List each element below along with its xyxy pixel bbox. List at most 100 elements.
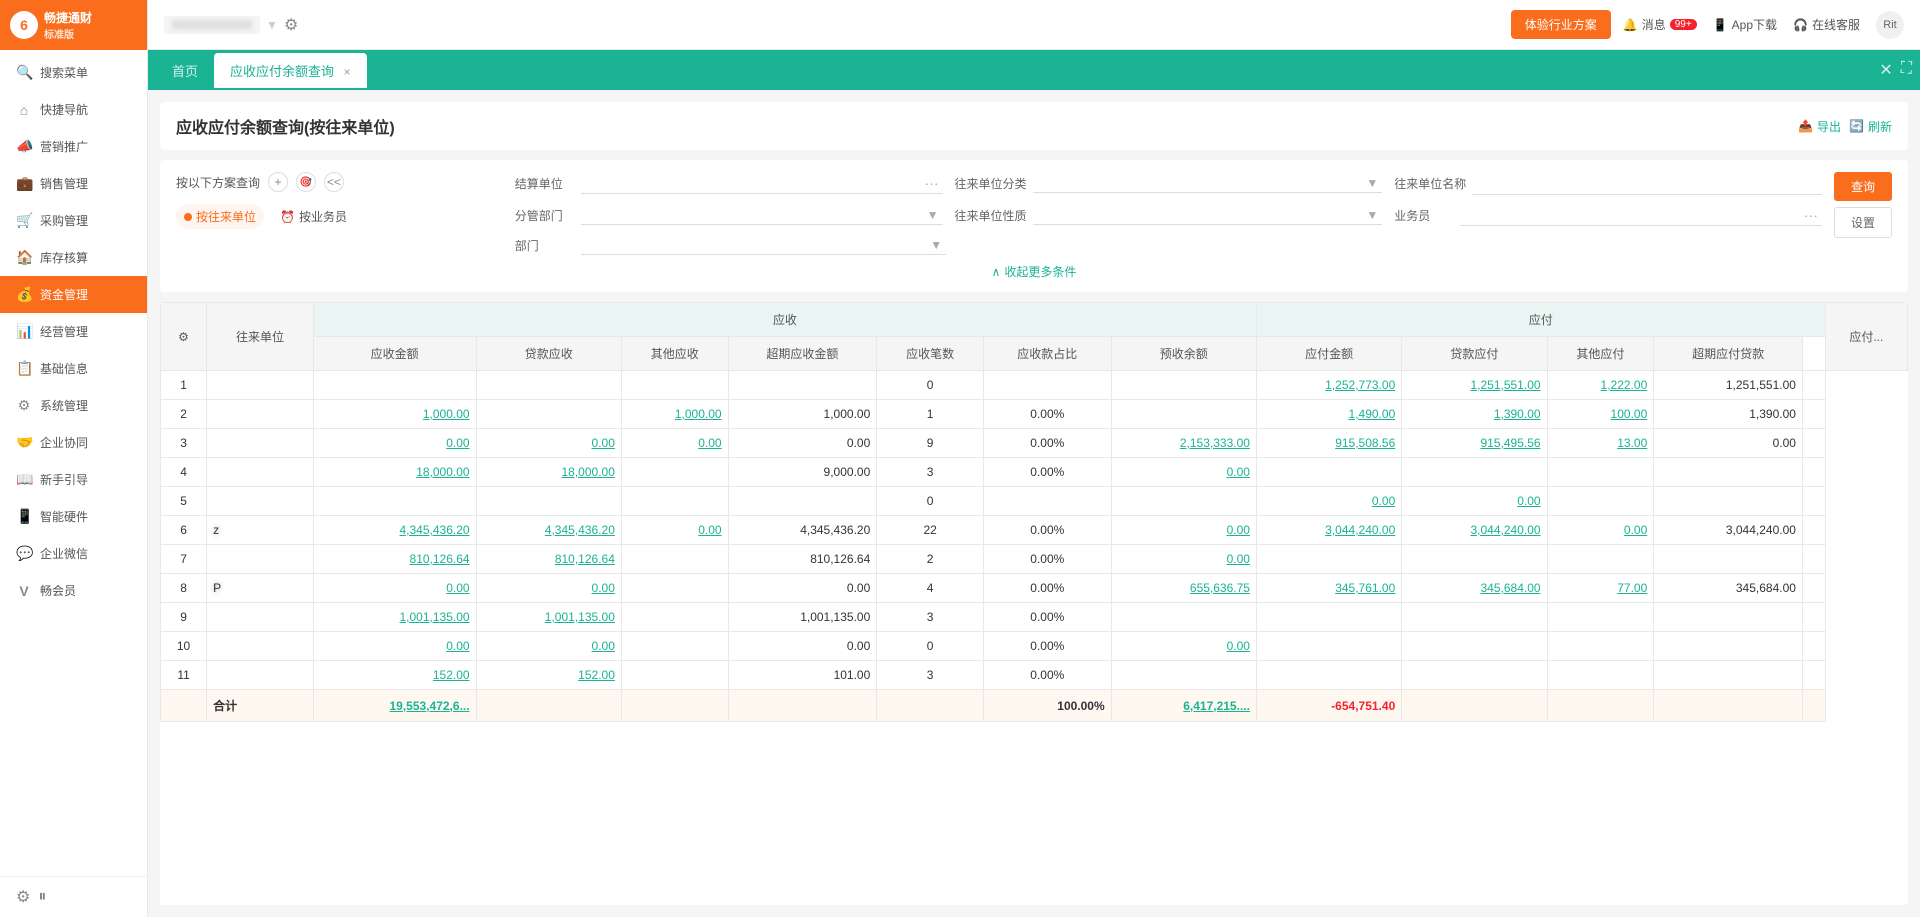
partner-type-label: 往来单位分类	[955, 175, 1027, 192]
filter-target-button[interactable]: 🎯	[296, 172, 316, 192]
tab-bar-right: ✕ ⛶	[1879, 60, 1912, 80]
app-download-item[interactable]: 📱 App下载	[1713, 16, 1777, 33]
sidebar-item-operation[interactable]: 📊经营管理	[0, 313, 147, 350]
sidebar-item-guide[interactable]: 📖新手引导	[0, 461, 147, 498]
tab-close-icon[interactable]: ×	[344, 65, 351, 79]
settlement-dots[interactable]: ···	[925, 175, 939, 191]
breadcrumb: XXXXXXXXXX ▼ ⚙	[164, 15, 1499, 35]
online-service-item[interactable]: 🎧 在线客服	[1793, 16, 1860, 33]
partner-name-input[interactable]	[1472, 172, 1822, 195]
col-ar-loan: 贷款应收	[476, 337, 621, 371]
sidebar-item-marketing[interactable]: 📣营销推广	[0, 128, 147, 165]
table-row: 100.000.000.0000.00%0.00	[161, 632, 1908, 661]
col-ar-overdue: 超期应收金额	[728, 337, 877, 371]
filter-field-partner-name: 往来单位名称	[1394, 172, 1822, 195]
main-area: XXXXXXXXXX ▼ ⚙ 体验行业方案 🔔 消息 99+ 📱 App下载 🎧…	[148, 0, 1920, 917]
filter-field-settlement: 结算单位 ···	[515, 173, 943, 194]
wechat-icon: 💬	[16, 545, 32, 562]
notification-badge: 99+	[1670, 19, 1697, 30]
col-ar-count: 应收笔数	[877, 337, 984, 371]
table-row: 21,000.001,000.001,000.0010.00%1,490.001…	[161, 400, 1908, 429]
partner-nature-dropdown[interactable]: ▼	[1366, 208, 1378, 222]
export-button[interactable]: 📤 导出	[1798, 118, 1841, 135]
home-icon: ⌂	[16, 102, 32, 118]
tab-bar: 首页 应收应付余额查询 × ✕ ⛶	[148, 50, 1920, 90]
refresh-button[interactable]: 🔄 刷新	[1849, 118, 1892, 135]
col-ap-loan: 贷款应付	[1402, 337, 1547, 371]
sidebar-item-system[interactable]: ⚙系统管理	[0, 387, 147, 424]
query-button[interactable]: 查询	[1834, 172, 1892, 201]
collapse-icon[interactable]: ⏸	[38, 888, 46, 906]
filter-option-salesperson[interactable]: ⏰ 按业务员	[272, 204, 355, 229]
promo-button[interactable]: 体验行业方案	[1511, 10, 1611, 39]
table-row: 7810,126.64810,126.64810,126.6420.00%0.0…	[161, 545, 1908, 574]
notification-item[interactable]: 🔔 消息 99+	[1623, 16, 1697, 33]
table-row: 101,252,773.001,251,551.001,222.001,251,…	[161, 371, 1908, 400]
filter-field-dept: 分管部门 ▼	[515, 206, 943, 225]
dropdown-arrow: ▼	[266, 18, 278, 32]
filter-options: 按往来单位 ⏰ 按业务员	[176, 204, 503, 229]
collapse-button[interactable]: ∧ 收起更多条件	[176, 263, 1892, 280]
sidebar-item-hardware[interactable]: 📱智能硬件	[0, 498, 147, 535]
col-ar-other: 其他应收	[621, 337, 728, 371]
operation-icon: 📊	[16, 323, 32, 340]
filter-option-partner[interactable]: 按往来单位	[176, 204, 264, 229]
sidebar-item-member[interactable]: V畅会员	[0, 572, 147, 609]
close-window-icon[interactable]: ✕	[1879, 60, 1892, 80]
finance-icon: 💰	[16, 286, 32, 303]
collab-icon: 🤝	[16, 434, 32, 451]
maximize-icon[interactable]: ⛶	[1901, 60, 1912, 80]
logo-text: 畅捷通财 标准版	[44, 9, 92, 41]
sidebar-item-finance[interactable]: 💰资金管理	[0, 276, 147, 313]
option-dot	[184, 213, 192, 221]
partner-type-dropdown[interactable]: ▼	[1366, 176, 1378, 190]
sidebar-item-wechat[interactable]: 💬企业微信	[0, 535, 147, 572]
department-dropdown[interactable]: ▼	[930, 238, 942, 252]
user-avatar[interactable]: Rit	[1876, 11, 1904, 39]
sidebar-item-quick[interactable]: ⌂快捷导航	[0, 91, 147, 128]
col-ar-prepay: 预收余额	[1111, 337, 1256, 371]
top-header: XXXXXXXXXX ▼ ⚙ 体验行业方案 🔔 消息 99+ 📱 App下载 🎧…	[148, 0, 1920, 50]
tab-home[interactable]: 首页	[156, 53, 214, 88]
app-download-label: App下载	[1732, 16, 1777, 33]
table-row: 418,000.0018,000.009,000.0030.00%0.00	[161, 458, 1908, 487]
search-icon: 🔍	[16, 64, 32, 81]
app-download-icon: 📱	[1713, 18, 1728, 32]
total-ar-prepay[interactable]: 6,417,215....	[1111, 690, 1256, 722]
total-ar-ratio: 100.00%	[983, 690, 1111, 722]
total-label: 合计	[207, 690, 314, 722]
service-icon: 🎧	[1793, 18, 1808, 32]
filter-add-button[interactable]: +	[268, 172, 288, 192]
settings-button[interactable]: 设置	[1834, 207, 1892, 238]
header-right: 🔔 消息 99+ 📱 App下载 🎧 在线客服 Rit	[1623, 11, 1904, 39]
filter-collapse-btn[interactable]: <<	[324, 172, 344, 192]
total-ar-amount[interactable]: 19,553,472,6...	[313, 690, 476, 722]
tab-arquery[interactable]: 应收应付余额查询 ×	[214, 53, 367, 88]
sidebar-item-search[interactable]: 🔍搜索菜单	[0, 54, 147, 91]
sidebar-item-collab[interactable]: 🤝企业协同	[0, 424, 147, 461]
settings-gear-icon[interactable]: ⚙	[284, 15, 298, 35]
company-name: XXXXXXXXXX	[164, 16, 260, 34]
purchase-icon: 🛒	[16, 212, 32, 229]
filter-label: 按以下方案查询	[176, 174, 260, 191]
page-header: 应收应付余额查询(按往来单位) 📤 导出 🔄 刷新	[160, 102, 1908, 150]
sidebar-item-purchase[interactable]: 🛒采购管理	[0, 202, 147, 239]
sidebar-item-sales[interactable]: 💼销售管理	[0, 165, 147, 202]
filter-field-salesperson: 业务员 ···	[1394, 205, 1822, 226]
col-ap-group: 应付	[1256, 303, 1825, 337]
sidebar-item-basic[interactable]: 📋基础信息	[0, 350, 147, 387]
notification-icon: 🔔	[1623, 18, 1638, 32]
table-row: 6z4,345,436.204,345,436.200.004,345,436.…	[161, 516, 1908, 545]
query-buttons: 查询 设置	[1834, 172, 1892, 255]
sidebar-item-inventory[interactable]: 🏠库存核算	[0, 239, 147, 276]
collapse-icon: ∧	[992, 265, 1001, 279]
total-ap-amount: -654,751.40	[1256, 690, 1401, 722]
page-actions: 📤 导出 🔄 刷新	[1798, 118, 1892, 135]
logo-icon: 6	[10, 11, 38, 39]
salesperson-dots[interactable]: ···	[1804, 207, 1818, 223]
col-ap-amount: 应付金额	[1256, 337, 1401, 371]
online-service-label: 在线客服	[1812, 16, 1860, 33]
col-settings[interactable]: ⚙	[161, 303, 207, 371]
settings-icon[interactable]: ⚙	[16, 887, 30, 907]
dept-dropdown[interactable]: ▼	[927, 208, 939, 222]
